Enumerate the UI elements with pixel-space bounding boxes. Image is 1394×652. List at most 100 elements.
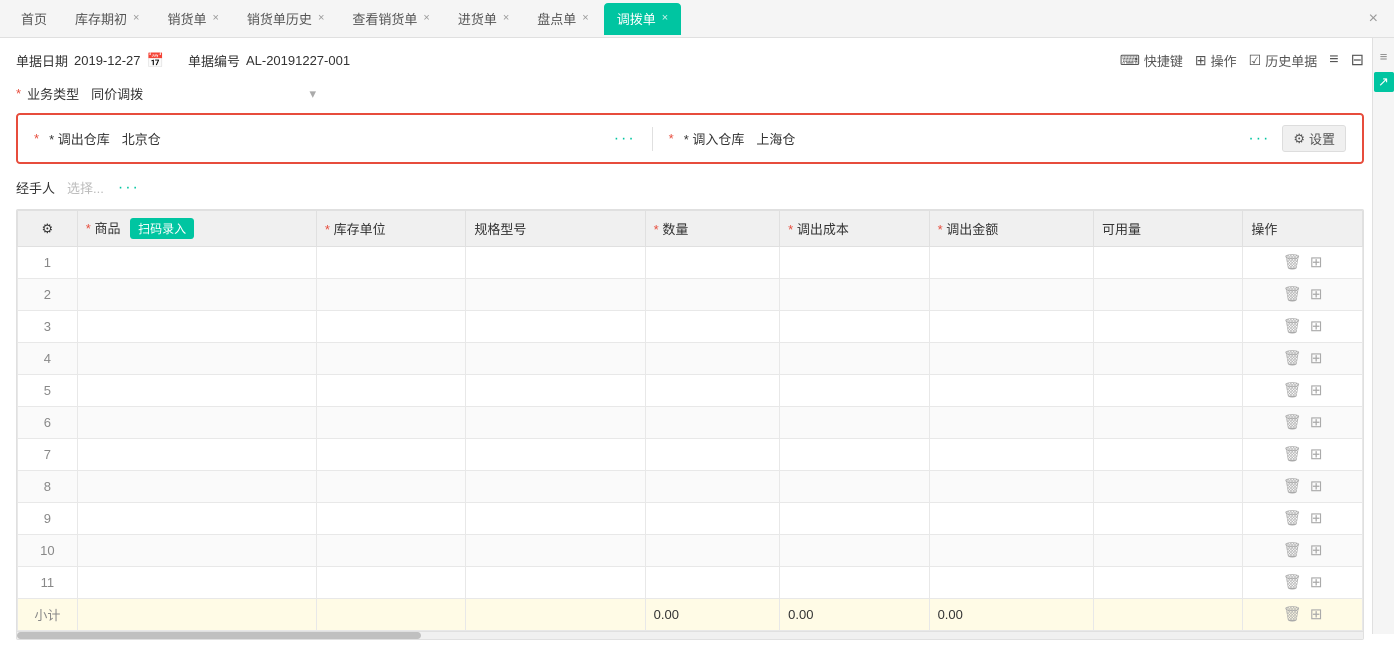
delete-icon-1[interactable]: 🗑 bbox=[1283, 255, 1302, 270]
row-unit-5[interactable] bbox=[316, 375, 465, 407]
tab-purchase-close[interactable]: × bbox=[503, 13, 509, 24]
delete-icon-4[interactable]: 🗑 bbox=[1283, 351, 1302, 366]
tab-sales-order-close[interactable]: × bbox=[212, 13, 218, 24]
tab-transfer-close[interactable]: × bbox=[662, 13, 668, 24]
copy-icon-2[interactable]: ⊞ bbox=[1310, 287, 1323, 302]
copy-icon-3[interactable]: ⊞ bbox=[1310, 319, 1323, 334]
copy-icon-9[interactable]: ⊞ bbox=[1310, 511, 1323, 526]
row-amount-4[interactable] bbox=[929, 343, 1093, 375]
calendar-icon[interactable]: 📅 bbox=[147, 52, 164, 69]
layout-btn-1[interactable]: ≡ bbox=[1329, 51, 1338, 69]
row-available-1[interactable] bbox=[1093, 247, 1242, 279]
delete-icon-2[interactable]: 🗑 bbox=[1283, 287, 1302, 302]
settings-button[interactable]: ⚙ 设置 bbox=[1282, 125, 1346, 152]
row-qty-10[interactable] bbox=[645, 535, 780, 567]
row-product-7[interactable] bbox=[77, 439, 316, 471]
tab-home[interactable]: 首页 bbox=[8, 3, 60, 35]
scroll-thumb[interactable] bbox=[17, 632, 421, 639]
close-window-button[interactable]: × bbox=[1361, 10, 1386, 28]
row-product-11[interactable] bbox=[77, 567, 316, 599]
row-qty-9[interactable] bbox=[645, 503, 780, 535]
sidebar-expand-icon[interactable]: ↗ bbox=[1374, 72, 1394, 92]
subtotal-copy-icon[interactable]: ⊞ bbox=[1310, 607, 1323, 622]
row-amount-8[interactable] bbox=[929, 471, 1093, 503]
row-qty-3[interactable] bbox=[645, 311, 780, 343]
subtotal-delete-icon[interactable]: 🗑 bbox=[1283, 607, 1302, 622]
row-spec-7[interactable] bbox=[466, 439, 645, 471]
tab-sales-history-close[interactable]: × bbox=[318, 13, 324, 24]
row-available-2[interactable] bbox=[1093, 279, 1242, 311]
row-spec-1[interactable] bbox=[466, 247, 645, 279]
business-type-value[interactable]: 同价调拨 bbox=[91, 84, 143, 103]
row-qty-8[interactable] bbox=[645, 471, 780, 503]
barcode-button[interactable]: 扫码录入 bbox=[130, 218, 194, 239]
row-amount-6[interactable] bbox=[929, 407, 1093, 439]
row-amount-7[interactable] bbox=[929, 439, 1093, 471]
row-unit-8[interactable] bbox=[316, 471, 465, 503]
row-product-4[interactable] bbox=[77, 343, 316, 375]
row-available-6[interactable] bbox=[1093, 407, 1242, 439]
row-spec-10[interactable] bbox=[466, 535, 645, 567]
row-product-8[interactable] bbox=[77, 471, 316, 503]
row-qty-1[interactable] bbox=[645, 247, 780, 279]
transfer-out-value[interactable]: 北京仓 bbox=[122, 129, 161, 148]
row-spec-3[interactable] bbox=[466, 311, 645, 343]
delete-icon-9[interactable]: 🗑 bbox=[1283, 511, 1302, 526]
copy-icon-10[interactable]: ⊞ bbox=[1310, 543, 1323, 558]
row-spec-8[interactable] bbox=[466, 471, 645, 503]
row-qty-7[interactable] bbox=[645, 439, 780, 471]
delete-icon-5[interactable]: 🗑 bbox=[1283, 383, 1302, 398]
row-unit-7[interactable] bbox=[316, 439, 465, 471]
tab-view-sales-close[interactable]: × bbox=[423, 13, 429, 24]
copy-icon-7[interactable]: ⊞ bbox=[1310, 447, 1323, 462]
row-cost-8[interactable] bbox=[780, 471, 929, 503]
tab-inventory-init[interactable]: 库存期初 × bbox=[62, 3, 152, 35]
transfer-in-value[interactable]: 上海仓 bbox=[756, 129, 795, 148]
row-cost-9[interactable] bbox=[780, 503, 929, 535]
tab-purchase[interactable]: 进货单 × bbox=[445, 3, 522, 35]
row-amount-11[interactable] bbox=[929, 567, 1093, 599]
transfer-out-more[interactable]: ··· bbox=[614, 130, 636, 148]
row-amount-9[interactable] bbox=[929, 503, 1093, 535]
row-qty-5[interactable] bbox=[645, 375, 780, 407]
dropdown-icon[interactable]: ▾ bbox=[189, 86, 316, 102]
row-amount-10[interactable] bbox=[929, 535, 1093, 567]
row-unit-6[interactable] bbox=[316, 407, 465, 439]
row-cost-5[interactable] bbox=[780, 375, 929, 407]
row-product-5[interactable] bbox=[77, 375, 316, 407]
row-available-4[interactable] bbox=[1093, 343, 1242, 375]
row-amount-3[interactable] bbox=[929, 311, 1093, 343]
copy-icon-1[interactable]: ⊞ bbox=[1310, 255, 1323, 270]
row-product-6[interactable] bbox=[77, 407, 316, 439]
tab-view-sales[interactable]: 查看销货单 × bbox=[339, 3, 442, 35]
row-spec-9[interactable] bbox=[466, 503, 645, 535]
row-unit-4[interactable] bbox=[316, 343, 465, 375]
delete-icon-10[interactable]: 🗑 bbox=[1283, 543, 1302, 558]
shortcuts-button[interactable]: ⌨ 快捷键 bbox=[1120, 51, 1183, 70]
row-cost-3[interactable] bbox=[780, 311, 929, 343]
row-spec-11[interactable] bbox=[466, 567, 645, 599]
row-unit-9[interactable] bbox=[316, 503, 465, 535]
row-cost-7[interactable] bbox=[780, 439, 929, 471]
row-spec-5[interactable] bbox=[466, 375, 645, 407]
tab-count[interactable]: 盘点单 × bbox=[524, 3, 601, 35]
row-available-10[interactable] bbox=[1093, 535, 1242, 567]
transfer-in-more[interactable]: ··· bbox=[1248, 130, 1270, 148]
delete-icon-8[interactable]: 🗑 bbox=[1283, 479, 1302, 494]
row-available-5[interactable] bbox=[1093, 375, 1242, 407]
row-cost-4[interactable] bbox=[780, 343, 929, 375]
delete-icon-6[interactable]: 🗑 bbox=[1283, 415, 1302, 430]
tab-sales-history[interactable]: 销货单历史 × bbox=[234, 3, 337, 35]
row-product-10[interactable] bbox=[77, 535, 316, 567]
row-spec-2[interactable] bbox=[466, 279, 645, 311]
row-amount-1[interactable] bbox=[929, 247, 1093, 279]
row-available-9[interactable] bbox=[1093, 503, 1242, 535]
row-unit-1[interactable] bbox=[316, 247, 465, 279]
row-cost-11[interactable] bbox=[780, 567, 929, 599]
copy-icon-8[interactable]: ⊞ bbox=[1310, 479, 1323, 494]
row-spec-4[interactable] bbox=[466, 343, 645, 375]
row-unit-11[interactable] bbox=[316, 567, 465, 599]
row-amount-2[interactable] bbox=[929, 279, 1093, 311]
row-cost-1[interactable] bbox=[780, 247, 929, 279]
horizontal-scrollbar[interactable] bbox=[17, 631, 1363, 639]
